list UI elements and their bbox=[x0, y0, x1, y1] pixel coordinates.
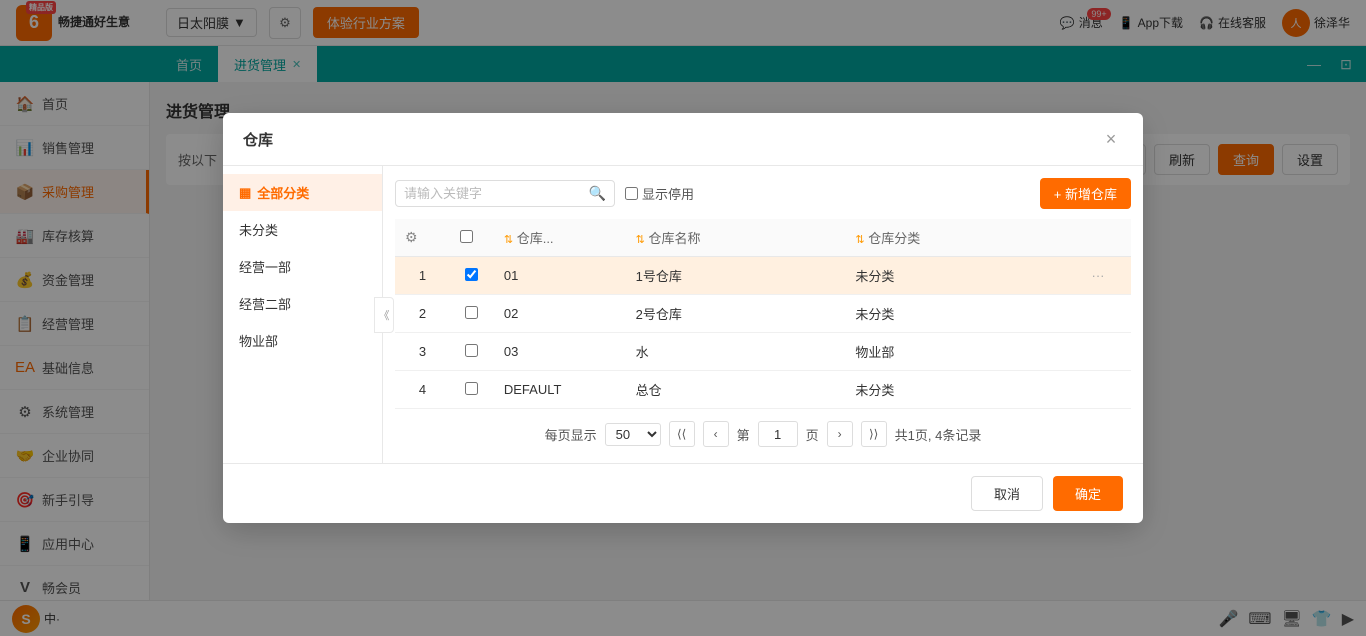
row-ops-cell bbox=[1065, 371, 1131, 409]
row-cat-cell: 未分类 bbox=[845, 371, 1065, 409]
col-header-gear[interactable]: ⚙ bbox=[395, 219, 450, 257]
row-no: 2 bbox=[419, 306, 426, 321]
row-name-cell: 水 bbox=[626, 333, 846, 371]
search-icon: 🔍 bbox=[589, 185, 606, 202]
last-page-btn[interactable]: ⟩⟩ bbox=[861, 421, 887, 447]
modal-cat-all[interactable]: ▦ 全部分类 bbox=[223, 174, 382, 211]
search-input[interactable] bbox=[404, 186, 589, 201]
modal-cat-property[interactable]: 物业部 bbox=[223, 322, 382, 359]
add-warehouse-btn[interactable]: + 新增仓库 bbox=[1040, 178, 1131, 209]
modal-cat-property-label: 物业部 bbox=[239, 331, 278, 350]
row-checkbox[interactable] bbox=[465, 382, 478, 395]
modal-overlay[interactable]: 仓库 × ▦ 全部分类 未分类 经营一部 经营二部 bbox=[0, 0, 1366, 636]
row-code-cell: 02 bbox=[494, 295, 626, 333]
modal-header: 仓库 × bbox=[223, 113, 1143, 166]
modal-cat-uncategorized-label: 未分类 bbox=[239, 220, 278, 239]
row-code-cell: 01 bbox=[494, 257, 626, 295]
select-all-checkbox[interactable] bbox=[460, 230, 473, 243]
sort-icon-cat: ⇅ bbox=[855, 234, 864, 246]
show-disabled-check[interactable] bbox=[625, 187, 638, 200]
row-code-cell: 03 bbox=[494, 333, 626, 371]
col-header-ops bbox=[1065, 219, 1131, 257]
modal-toolbar: 🔍 显示停用 + 新增仓库 bbox=[395, 178, 1131, 209]
col-header-code-label: 仓库... bbox=[517, 231, 554, 246]
prev-page-btn[interactable]: ‹ bbox=[703, 421, 729, 447]
page-number-input[interactable] bbox=[758, 421, 798, 447]
table-container: ⚙ ⇅ 仓库... ⇅ bbox=[395, 219, 1131, 409]
row-gear-cell: 4 bbox=[395, 371, 450, 409]
col-header-category-label: 仓库分类 bbox=[868, 231, 920, 246]
first-page-btn[interactable]: ⟨⟨ bbox=[669, 421, 695, 447]
page-label-pre: 第 bbox=[737, 425, 750, 444]
table-header-row: ⚙ ⇅ 仓库... ⇅ bbox=[395, 219, 1131, 257]
table-row[interactable]: 3 03 水 物业部 bbox=[395, 333, 1131, 371]
modal-cat-dept2-label: 经营二部 bbox=[239, 294, 291, 313]
row-action-icon[interactable]: ··· bbox=[1092, 268, 1105, 283]
confirm-btn[interactable]: 确定 bbox=[1053, 476, 1123, 511]
row-no: 1 bbox=[419, 268, 426, 283]
modal-cat-all-label: 全部分类 bbox=[257, 183, 309, 202]
table-row[interactable]: 1 01 1号仓库 未分类 ··· bbox=[395, 257, 1131, 295]
table-row[interactable]: 4 DEFAULT 总仓 未分类 bbox=[395, 371, 1131, 409]
table-row[interactable]: 2 02 2号仓库 未分类 bbox=[395, 295, 1131, 333]
total-info: 共1页, 4条记录 bbox=[895, 425, 982, 444]
col-header-category[interactable]: ⇅ 仓库分类 bbox=[845, 219, 1065, 257]
modal-cat-dept1-label: 经营一部 bbox=[239, 257, 291, 276]
all-cat-icon: ▦ bbox=[239, 185, 251, 201]
modal-title: 仓库 bbox=[243, 129, 273, 150]
row-cat-cell: 未分类 bbox=[845, 295, 1065, 333]
row-name-cell: 2号仓库 bbox=[626, 295, 846, 333]
modal-body: ▦ 全部分类 未分类 经营一部 经营二部 物业部 《 bbox=[223, 166, 1143, 463]
modal-close-btn[interactable]: × bbox=[1099, 127, 1123, 151]
row-no: 3 bbox=[419, 344, 426, 359]
search-box: 🔍 bbox=[395, 180, 615, 207]
row-checkbox-cell bbox=[450, 257, 494, 295]
col-header-checkbox bbox=[450, 219, 494, 257]
row-checkbox[interactable] bbox=[465, 306, 478, 319]
show-disabled-checkbox[interactable]: 显示停用 bbox=[625, 184, 694, 203]
cancel-btn[interactable]: 取消 bbox=[971, 476, 1043, 511]
col-header-code[interactable]: ⇅ 仓库... bbox=[494, 219, 626, 257]
table-body: 1 01 1号仓库 未分类 ··· 2 02 2号仓库 未分类 3 03 水 物… bbox=[395, 257, 1131, 409]
pagination: 每页显示 50 10 20 100 ⟨⟨ ‹ 第 页 › ⟩⟩ 共1页, 4条记… bbox=[395, 409, 1131, 451]
warehouse-table: ⚙ ⇅ 仓库... ⇅ bbox=[395, 219, 1131, 409]
row-checkbox-cell bbox=[450, 333, 494, 371]
warehouse-modal: 仓库 × ▦ 全部分类 未分类 经营一部 经营二部 bbox=[223, 113, 1143, 523]
row-cat-cell: 未分类 bbox=[845, 257, 1065, 295]
row-checkbox[interactable] bbox=[465, 268, 478, 281]
page-size-select[interactable]: 50 10 20 100 bbox=[605, 423, 661, 446]
col-header-name[interactable]: ⇅ 仓库名称 bbox=[626, 219, 846, 257]
modal-cat-dept1[interactable]: 经营一部 bbox=[223, 248, 382, 285]
modal-footer: 取消 确定 bbox=[223, 463, 1143, 523]
row-ops-cell: ··· bbox=[1065, 257, 1131, 295]
row-checkbox-cell bbox=[450, 371, 494, 409]
col-header-name-label: 仓库名称 bbox=[649, 231, 701, 246]
row-name-cell: 总仓 bbox=[626, 371, 846, 409]
row-code-cell: DEFAULT bbox=[494, 371, 626, 409]
row-gear-cell: 3 bbox=[395, 333, 450, 371]
row-ops-cell bbox=[1065, 295, 1131, 333]
row-checkbox-cell bbox=[450, 295, 494, 333]
row-ops-cell bbox=[1065, 333, 1131, 371]
next-page-btn[interactable]: › bbox=[827, 421, 853, 447]
sidebar-collapse-btn[interactable]: 《 bbox=[374, 297, 394, 333]
row-no: 4 bbox=[419, 382, 426, 397]
row-checkbox[interactable] bbox=[465, 344, 478, 357]
page-label-post: 页 bbox=[806, 425, 819, 444]
page-size-label: 每页显示 bbox=[545, 425, 597, 444]
show-disabled-label: 显示停用 bbox=[642, 184, 694, 203]
modal-right-content: 🔍 显示停用 + 新增仓库 ⚙ bbox=[383, 166, 1143, 463]
modal-cat-dept2[interactable]: 经营二部 bbox=[223, 285, 382, 322]
row-gear-cell: 1 bbox=[395, 257, 450, 295]
modal-sidebar: ▦ 全部分类 未分类 经营一部 经营二部 物业部 《 bbox=[223, 166, 383, 463]
modal-cat-uncategorized[interactable]: 未分类 bbox=[223, 211, 382, 248]
row-cat-cell: 物业部 bbox=[845, 333, 1065, 371]
sort-icon-code: ⇅ bbox=[504, 234, 513, 246]
row-name-cell: 1号仓库 bbox=[626, 257, 846, 295]
sort-icon-name: ⇅ bbox=[636, 234, 645, 246]
gear-header-icon: ⚙ bbox=[405, 229, 418, 245]
row-gear-cell: 2 bbox=[395, 295, 450, 333]
